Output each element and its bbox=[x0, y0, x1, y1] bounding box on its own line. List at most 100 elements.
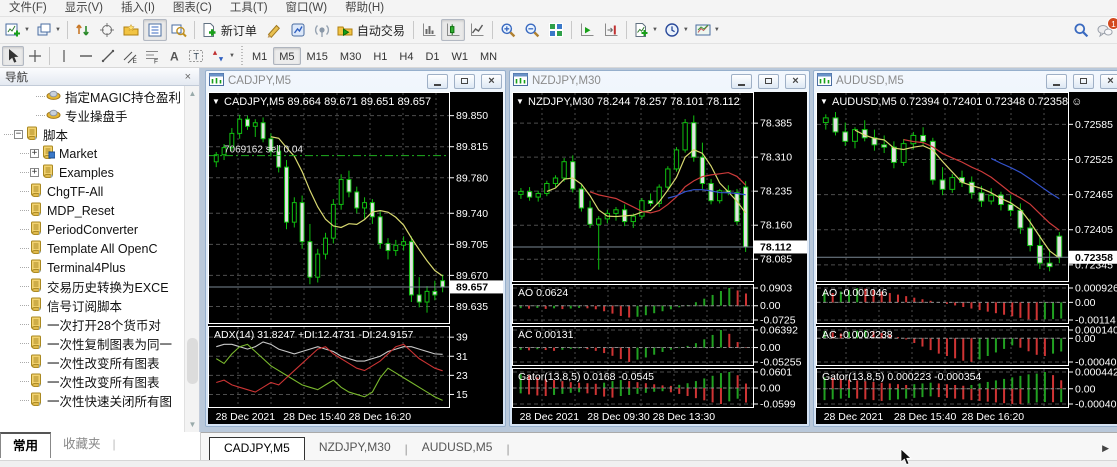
timeframe-h1-button[interactable]: H1 bbox=[367, 47, 393, 65]
vertical-line-button[interactable] bbox=[53, 46, 75, 66]
navigator-scrollbar[interactable]: ▲ ▼ bbox=[184, 86, 199, 432]
chart-client-area[interactable]: ▼AUDUSD,M5 0.72394 0.72401 0.72348 0.723… bbox=[816, 92, 1117, 424]
navigator-close-icon[interactable]: × bbox=[182, 71, 194, 83]
tree-item[interactable]: 一次性改变所有图表 bbox=[0, 372, 184, 391]
minimize-button[interactable] bbox=[1046, 74, 1067, 89]
notifications-button[interactable]: 1 bbox=[1093, 19, 1117, 41]
minimize-button[interactable] bbox=[427, 74, 448, 89]
menu-item-2[interactable]: 插入(I) bbox=[112, 0, 164, 17]
menu-item-4[interactable]: 工具(T) bbox=[221, 0, 277, 17]
chevron-down-icon[interactable]: ▼ bbox=[683, 27, 689, 33]
timeframe-m15-button[interactable]: M15 bbox=[301, 47, 334, 65]
tree-item[interactable]: 指定MAGIC持仓盈利 bbox=[0, 87, 184, 106]
restore-button[interactable] bbox=[454, 74, 475, 89]
close-button[interactable]: × bbox=[785, 74, 806, 89]
navigator-button[interactable] bbox=[143, 19, 167, 41]
text-label-button[interactable]: T bbox=[185, 46, 207, 66]
menu-item-6[interactable]: 帮助(H) bbox=[336, 0, 393, 17]
timeframe-mn-button[interactable]: MN bbox=[474, 47, 503, 65]
timeframe-m5-button[interactable]: M5 bbox=[273, 47, 300, 65]
expand-icon[interactable]: + bbox=[30, 149, 39, 158]
market-watch-button[interactable] bbox=[71, 19, 95, 41]
tree-item[interactable]: +Market bbox=[0, 144, 184, 163]
chevron-down-icon[interactable]: ▼ bbox=[24, 27, 30, 33]
equidistant-channel-button[interactable]: E bbox=[119, 46, 141, 66]
candlestick-chart-button[interactable] bbox=[441, 19, 465, 41]
chevron-down-icon[interactable]: ▼ bbox=[714, 27, 720, 33]
chart-window-titlebar[interactable]: CADJPY,M5× bbox=[206, 71, 505, 91]
menu-item-0[interactable]: 文件(F) bbox=[0, 0, 56, 17]
menu-item-5[interactable]: 窗口(W) bbox=[277, 0, 337, 17]
tree-item[interactable]: 一次性改变所有图表 bbox=[0, 353, 184, 372]
periods-button[interactable]: ▼ bbox=[661, 19, 692, 41]
scroll-down-icon[interactable]: ▼ bbox=[185, 417, 200, 432]
zoom-in-button[interactable] bbox=[496, 19, 520, 41]
scrollbar-thumb[interactable] bbox=[187, 338, 198, 384]
tree-item[interactable]: 一次打开28个货币对 bbox=[0, 315, 184, 334]
chart-window-cadjpym5[interactable]: CADJPY,M5×7069162 sell 0.04▼CADJPY,M5 89… bbox=[205, 70, 506, 427]
chart-window-audusdm5[interactable]: AUDUSD,M5×▼AUDUSD,M5 0.72394 0.72401 0.7… bbox=[813, 70, 1117, 427]
arrows-button[interactable]: ▼ bbox=[207, 46, 238, 66]
text-button[interactable]: A bbox=[163, 46, 185, 66]
signals-button[interactable] bbox=[310, 19, 334, 41]
tree-item[interactable]: 一次性快速关闭所有图 bbox=[0, 391, 184, 410]
chart-canvas[interactable]: ▼NZDJPY,M30 78.244 78.257 78.101 78.1127… bbox=[512, 92, 807, 424]
tree-item[interactable]: −脚本 bbox=[0, 125, 184, 144]
toolbar-drag-handle[interactable] bbox=[241, 46, 243, 66]
chart-canvas[interactable]: ▼AUDUSD,M5 0.72394 0.72401 0.72348 0.723… bbox=[816, 92, 1117, 424]
restore-button[interactable] bbox=[758, 74, 779, 89]
tree-item[interactable]: 专业操盘手 bbox=[0, 106, 184, 125]
data-window-button[interactable] bbox=[95, 19, 119, 41]
tree-item[interactable]: 信号订阅脚本 bbox=[0, 296, 184, 315]
restore-button[interactable] bbox=[1073, 74, 1094, 89]
fibonacci-button[interactable]: F bbox=[141, 46, 163, 66]
new-order-button[interactable]: 新订单 bbox=[198, 19, 262, 41]
navigator-tab-0[interactable]: 常用 bbox=[0, 432, 51, 458]
tab-scroll-right-icon[interactable]: ▶ bbox=[1102, 443, 1109, 454]
search-button[interactable] bbox=[1069, 19, 1093, 41]
timeframe-w1-button[interactable]: W1 bbox=[446, 47, 475, 65]
strategy-tester-button[interactable] bbox=[286, 19, 310, 41]
tree-item[interactable]: Terminal4Plus bbox=[0, 258, 184, 277]
tree-item[interactable]: 一次性复制图表为同一 bbox=[0, 334, 184, 353]
expand-icon[interactable]: + bbox=[30, 168, 39, 177]
chart-window-nzdjpym30[interactable]: NZDJPY,M30×▼NZDJPY,M30 78.244 78.257 78.… bbox=[509, 70, 810, 427]
chart-canvas[interactable]: 7069162 sell 0.04▼CADJPY,M5 89.664 89.67… bbox=[208, 92, 503, 424]
new-chart-button[interactable]: ▼ bbox=[2, 19, 33, 41]
templates-button[interactable]: ▼ bbox=[692, 19, 723, 41]
line-chart-button[interactable] bbox=[465, 19, 489, 41]
collapse-icon[interactable]: − bbox=[14, 130, 23, 139]
chart-tab-cadjpym5[interactable]: CADJPY,M5 bbox=[209, 437, 305, 460]
menu-item-3[interactable]: 图表(C) bbox=[164, 0, 221, 17]
navigator-tab-1[interactable]: 收藏夹 bbox=[51, 432, 113, 458]
minimize-button[interactable] bbox=[731, 74, 752, 89]
metaeditor-button[interactable] bbox=[262, 19, 286, 41]
tree-item[interactable]: ChgTF-All bbox=[0, 182, 184, 201]
timeframe-h4-button[interactable]: H4 bbox=[393, 47, 419, 65]
timeframe-m30-button[interactable]: M30 bbox=[334, 47, 367, 65]
autotrading-button[interactable]: 自动交易 bbox=[334, 19, 410, 41]
chart-shift-button[interactable] bbox=[599, 19, 623, 41]
trendline-button[interactable] bbox=[97, 46, 119, 66]
timeframe-m1-button[interactable]: M1 bbox=[246, 47, 273, 65]
chevron-down-icon[interactable]: ▼ bbox=[652, 27, 658, 33]
tree-item[interactable]: +Examples bbox=[0, 163, 184, 182]
chart-tab-audusdm5[interactable]: AUDUSD,M5 bbox=[408, 437, 507, 460]
chevron-down-icon[interactable]: ▼ bbox=[55, 27, 61, 33]
terminal-button[interactable] bbox=[167, 19, 191, 41]
close-button[interactable]: × bbox=[1100, 74, 1117, 89]
chevron-down-icon[interactable]: ▼ bbox=[229, 53, 235, 59]
indicators-button[interactable]: ▼ bbox=[630, 19, 661, 41]
tile-windows-button[interactable] bbox=[544, 19, 568, 41]
tree-item[interactable]: Template All OpenC bbox=[0, 239, 184, 258]
tree-item[interactable]: MDP_Reset bbox=[0, 201, 184, 220]
tree-item[interactable]: 交易历史转换为EXCE bbox=[0, 277, 184, 296]
bar-chart-button[interactable] bbox=[417, 19, 441, 41]
chart-window-titlebar[interactable]: NZDJPY,M30× bbox=[510, 71, 809, 91]
auto-scroll-button[interactable] bbox=[575, 19, 599, 41]
crosshair-button[interactable] bbox=[24, 46, 46, 66]
scroll-up-icon[interactable]: ▲ bbox=[185, 86, 200, 101]
favorites-button[interactable] bbox=[119, 19, 143, 41]
cursor-button[interactable] bbox=[2, 46, 24, 66]
timeframe-d1-button[interactable]: D1 bbox=[419, 47, 445, 65]
